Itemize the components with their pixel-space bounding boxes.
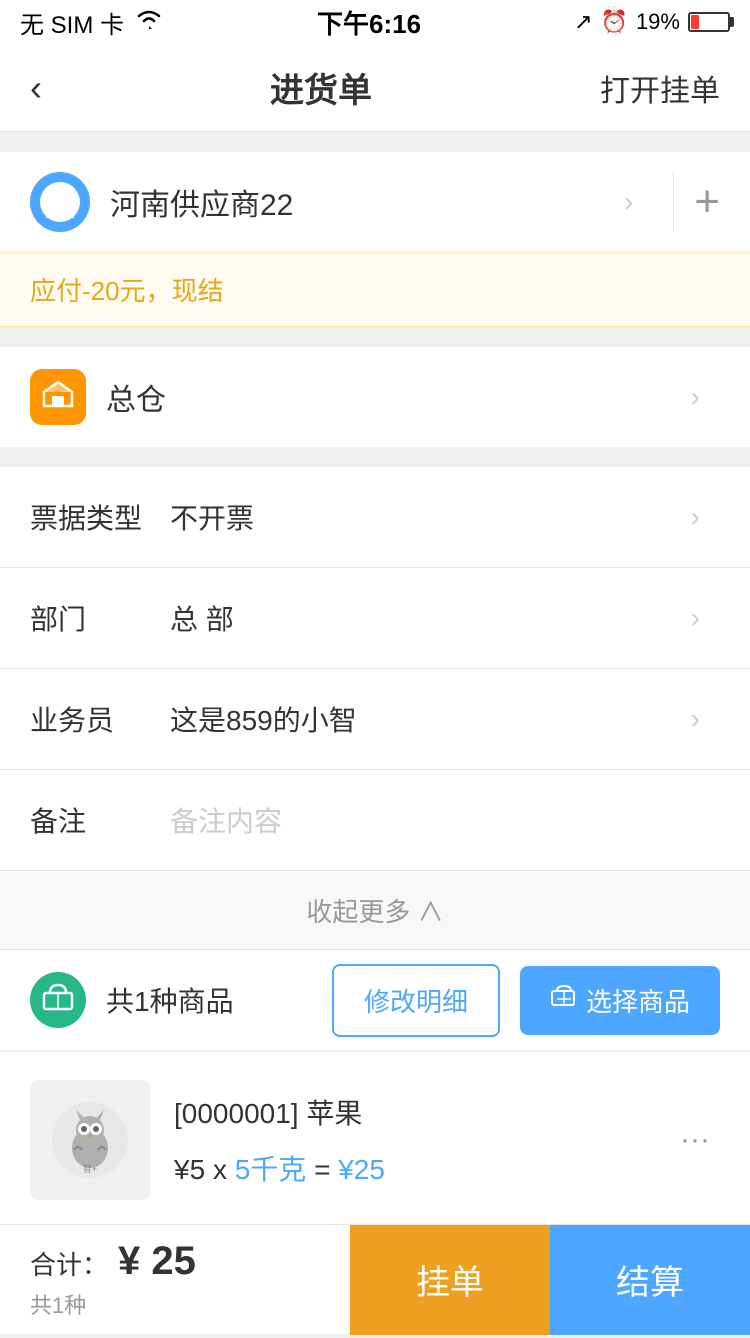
product-thumbnail: 智+ [30,1080,150,1200]
supplier-chevron-icon: › [624,186,633,218]
supplier-avatar-icon [40,182,80,222]
total-section: 合计： ¥ 25 共1种 [0,1239,350,1320]
hang-button[interactable]: 挂单 [350,1225,550,1335]
product-equals: = [314,1154,338,1185]
remark-row[interactable]: 备注 备注内容 [0,770,750,870]
edit-detail-button[interactable]: 修改明细 [332,964,500,1037]
total-amount: ¥ 25 [118,1239,196,1284]
bottom-bar: 合计： ¥ 25 共1种 挂单 结算 [0,1224,750,1334]
remark-placeholder: 备注内容 [170,800,720,840]
department-chevron-icon: › [691,602,700,634]
battery-icon [688,12,730,32]
owl-logo-icon: 智+ [50,1100,130,1180]
divider-2 [0,327,750,347]
warehouse-icon-inner [42,380,74,415]
alert-banner: 应付-20元，现结 [0,252,750,327]
carrier-label: 无 SIM 卡 [20,5,124,40]
salesperson-row[interactable]: 业务员 这是859的小智 › [0,669,750,769]
total-label-text: 合计： [30,1245,108,1282]
warehouse-chevron-icon: › [691,381,700,413]
checkout-button[interactable]: 结算 [550,1225,750,1335]
salesperson-value: 这是859的小智 [170,699,691,739]
product-quantity: 5千克 [235,1154,307,1185]
collapse-row[interactable]: 收起更多 ∧ [0,870,750,950]
warehouse-icon [30,369,86,425]
select-product-label: 选择商品 [586,982,690,1019]
nav-bar: ‹ 进货单 打开挂单 [0,44,750,132]
invoice-type-value: 不开票 [170,497,691,537]
checkout-button-label: 结算 [616,1255,684,1304]
supplier-name: 河南供应商22 [110,180,624,224]
department-row[interactable]: 部门 总 部 › [0,568,750,668]
department-value: 总 部 [170,598,691,638]
battery-percent: 19% [636,9,680,35]
back-button[interactable]: ‹ [30,67,42,109]
product-price: ¥5 x 5千克 = ¥25 [174,1148,670,1188]
product-unit-price: ¥5 [174,1154,205,1185]
status-time: 下午6:16 [317,4,421,41]
divider-3 [0,447,750,467]
warehouse-name: 总仓 [106,375,691,419]
supplier-divider [673,172,674,232]
status-right: ↗ ⏰ 19% [574,9,730,35]
department-label: 部门 [30,598,170,638]
alarm-icon: ⏰ [601,9,628,35]
warehouse-row[interactable]: 总仓 › [0,347,750,447]
add-supplier-button[interactable]: + [694,177,720,227]
cart-icon [550,985,578,1016]
form-section: 票据类型 不开票 › 部门 总 部 › 业务员 这是859的小智 › 备注 备注… [0,467,750,870]
location-icon: ↗ [574,9,592,35]
product-count-label: 共1种商品 [106,980,332,1020]
svg-text:智+: 智+ [83,1163,97,1174]
status-bar: 无 SIM 卡 下午6:16 ↗ ⏰ 19% [0,0,750,44]
salesperson-label: 业务员 [30,699,170,739]
hang-button-label: 挂单 [416,1255,484,1304]
divider-1 [0,132,750,152]
total-count: 共1种 [30,1288,320,1320]
status-left: 无 SIM 卡 [20,5,164,40]
page-title: 进货单 [270,63,372,112]
product-title: 苹果 [306,1098,362,1129]
product-name: [0000001] 苹果 [174,1092,670,1132]
invoice-type-label: 票据类型 [30,497,170,537]
salesperson-chevron-icon: › [691,703,700,735]
total-label: 合计： ¥ 25 [30,1239,320,1284]
open-hang-button[interactable]: 打开挂单 [600,66,720,110]
invoice-type-chevron-icon: › [691,501,700,533]
collapse-label: 收起更多 ∧ [306,892,443,929]
wifi-icon [134,8,164,37]
product-item: 智+ [0000001] 苹果 ¥5 x 5千克 = ¥25 ··· [0,1052,750,1228]
supplier-row[interactable]: 河南供应商22 › + [0,152,750,252]
supplier-avatar [30,172,90,232]
product-icon [30,972,86,1028]
product-multiply: x [213,1154,235,1185]
product-icon-inner [42,983,74,1018]
product-total: ¥25 [338,1154,385,1185]
product-code: [0000001] [174,1098,299,1129]
product-header: 共1种商品 修改明细 选择商品 [0,950,750,1050]
remark-label: 备注 [30,800,170,840]
select-product-button[interactable]: 选择商品 [520,966,720,1035]
invoice-type-row[interactable]: 票据类型 不开票 › [0,467,750,567]
product-info: [0000001] 苹果 ¥5 x 5千克 = ¥25 [174,1092,670,1188]
product-more-button[interactable]: ··· [670,1113,720,1167]
